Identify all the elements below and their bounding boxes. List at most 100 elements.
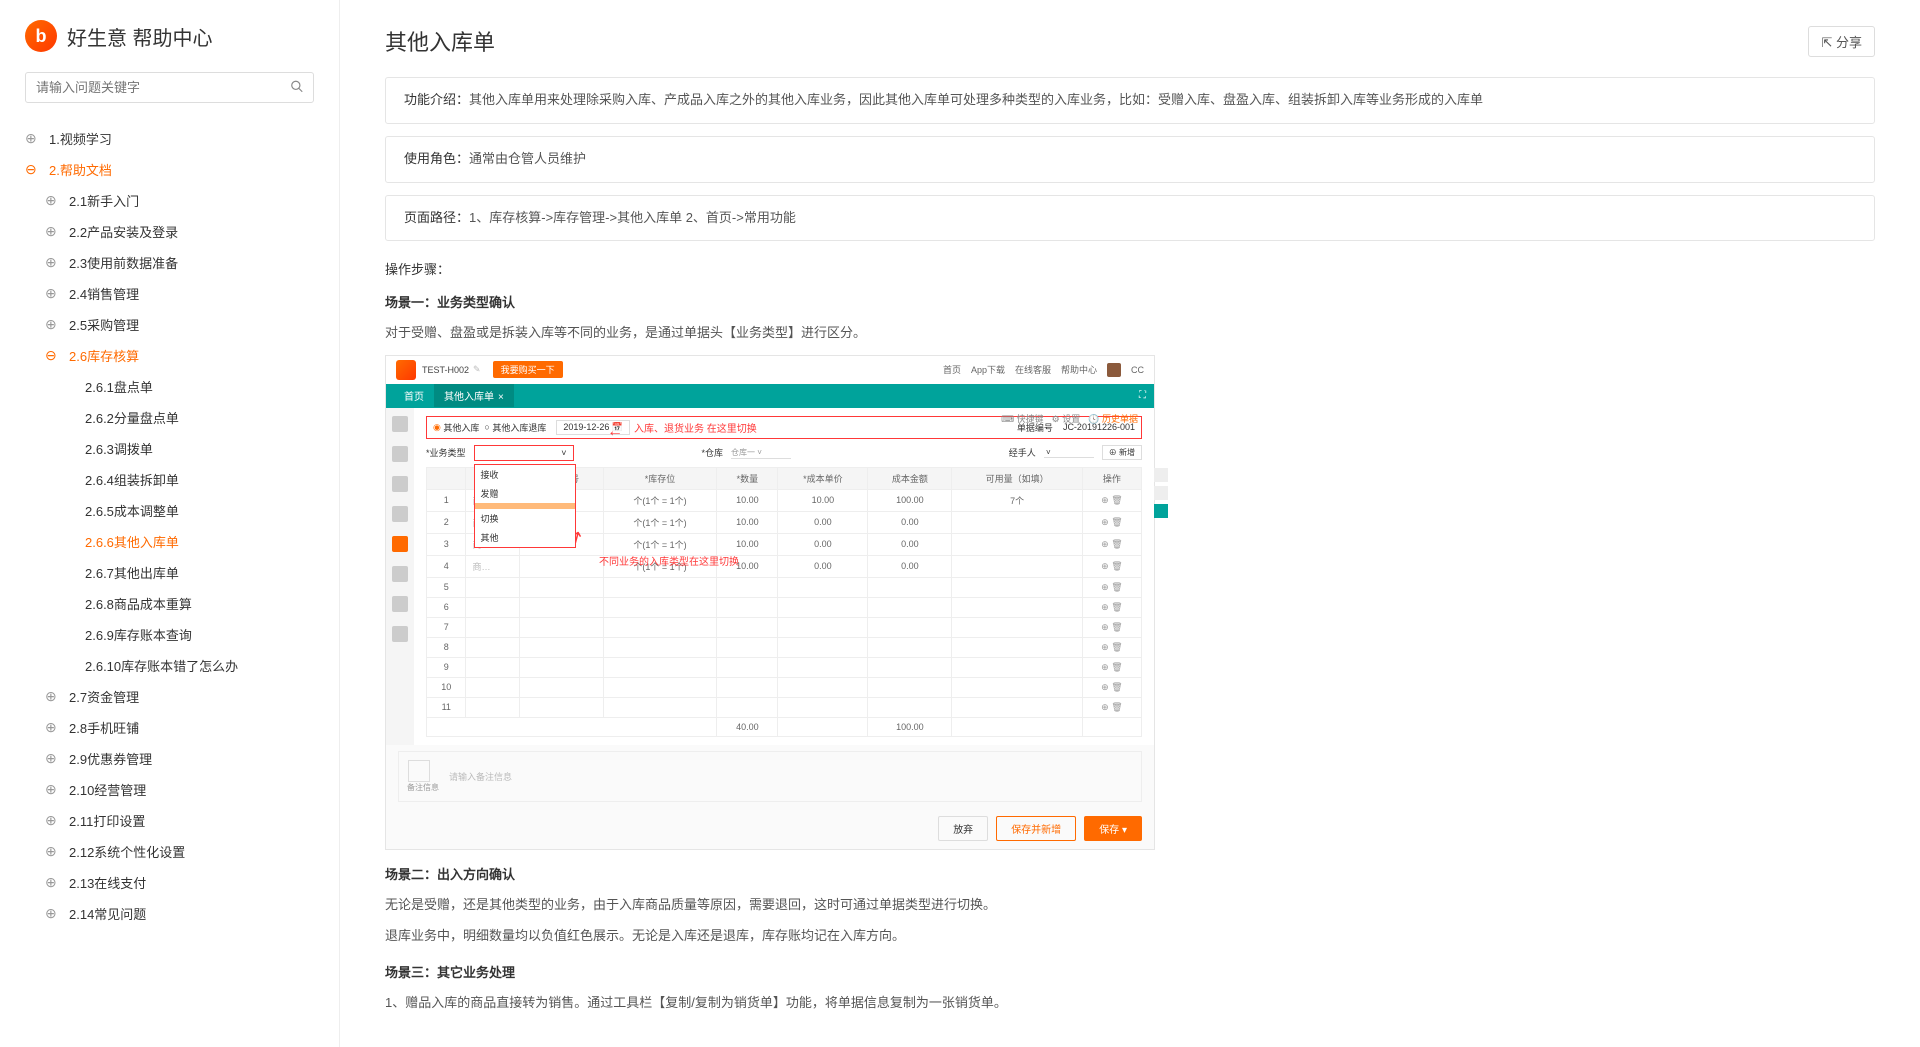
logo-area: b 好生意 帮助中心 (25, 20, 314, 52)
nav-item-212[interactable]: 2.12系统个性化设置 (45, 836, 314, 867)
nav-item-268[interactable]: 2.6.8商品成本重算 (85, 588, 314, 619)
nav-item-267[interactable]: 2.6.7其他出库单 (85, 557, 314, 588)
plus-icon (25, 130, 41, 147)
expand-icon: ⛶ (1139, 390, 1146, 401)
nav-item-262[interactable]: 2.6.2分量盘点单 (85, 402, 314, 433)
nav-item-265[interactable]: 2.6.5成本调整单 (85, 495, 314, 526)
nav-item-27[interactable]: 2.7资金管理 (45, 681, 314, 712)
plus-icon (45, 192, 61, 209)
scene2-text2: 退库业务中，明细数量均以负值红色展示。无论是入库还是退库，库存账均记在入库方向。 (385, 924, 1875, 947)
leftbar-icon (392, 506, 408, 522)
radio-icon: ○ (484, 422, 489, 432)
info-role: 使用角色：通常由仓管人员维护 (385, 136, 1875, 183)
ss-top-item: 帮助中心 (1061, 363, 1097, 376)
dd-item: 其他 (475, 528, 575, 547)
nav-item-261[interactable]: 2.6.1盘点单 (85, 371, 314, 402)
nav-item-22[interactable]: 2.2产品安装及登录 (45, 216, 314, 247)
share-button[interactable]: ⇱ 分享 (1808, 26, 1875, 57)
quick-link: ⌨ 快捷键 (1001, 412, 1044, 425)
ss-rightbar (1154, 468, 1168, 518)
nav-item-214[interactable]: 2.14常见问题 (45, 898, 314, 929)
table-row: 11⊕ 🗑 (427, 697, 1142, 717)
scene3-text1: 1、赠品入库的商品直接转为销售。通过工具栏【复制/复制为销货单】功能，将单据信息… (385, 991, 1875, 1014)
ss-filter-row: *业务类型 ˅ 接收 发赠 切换 其他 *仓库 (426, 445, 1142, 461)
nav-item-24[interactable]: 2.4销售管理 (45, 278, 314, 309)
note-placeholder: 请输入备注信息 (449, 770, 512, 783)
nav-item-269[interactable]: 2.6.9库存账本查询 (85, 619, 314, 650)
intro-label: 功能介绍： (404, 92, 469, 107)
table-header: 可用量（如填） (952, 467, 1082, 489)
annotation-2: 不同业务的入库类型在这里切换 (599, 553, 739, 568)
sidebar: b 好生意 帮助中心 1.视频学习 2.帮助文档 2.1新手入门 2.2产品安装… (0, 0, 340, 1047)
plus-icon (45, 781, 61, 798)
plus-icon (45, 316, 61, 333)
info-intro: 功能介绍：其他入库单用来处理除采购入库、产成品入库之外的其他入库业务，因此其他入… (385, 77, 1875, 124)
leftbar-icon (392, 476, 408, 492)
search-box (25, 72, 314, 103)
rightbar-icon (1154, 468, 1168, 482)
total-qty: 40.00 (717, 717, 778, 736)
nav-item-docs[interactable]: 2.帮助文档 (25, 154, 314, 185)
plus-icon (45, 750, 61, 767)
quick-link: ⚙ 设置 (1052, 412, 1081, 425)
table-header: *数量 (717, 467, 778, 489)
nav-item-25[interactable]: 2.5采购管理 (45, 309, 314, 340)
nav-item-211[interactable]: 2.11打印设置 (45, 805, 314, 836)
dd-item: 接收 (475, 465, 575, 484)
scene2-text1: 无论是受赠，还是其他类型的业务，由于入库商品质量等原因，需要退回，这时可通过单据… (385, 893, 1875, 916)
btn-save: 保存 ▾ (1084, 816, 1142, 841)
nav-item-213[interactable]: 2.13在线支付 (45, 867, 314, 898)
leftbar-icon (392, 626, 408, 642)
nav-item-264[interactable]: 2.6.4组装拆卸单 (85, 464, 314, 495)
nav-item-video[interactable]: 1.视频学习 (25, 123, 314, 154)
leftbar-icon (392, 416, 408, 432)
ss-leftbar (386, 408, 414, 745)
nav-item-29[interactable]: 2.9优惠券管理 (45, 743, 314, 774)
ss-tab-active: 其他入库单× (434, 384, 514, 407)
chevron-down-icon: ˅ (561, 448, 566, 458)
ss-logo-icon (396, 360, 416, 380)
nav-item-26[interactable]: 2.6库存核算 (45, 340, 314, 371)
share-icon: ⇱ (1821, 35, 1832, 50)
info-path: 页面路径：1、库存核算->库存管理->其他入库单 2、首页->常用功能 (385, 195, 1875, 242)
annotation-1: 入库、退货业务 在这里切换 (634, 420, 757, 435)
table-header: 操作 (1082, 467, 1141, 489)
nav-item-210[interactable]: 2.10经营管理 (45, 774, 314, 805)
nav-item-266[interactable]: 2.6.6其他入库单 (85, 526, 314, 557)
table-header: *库存位 (603, 467, 717, 489)
nav-item-263[interactable]: 2.6.3调拨单 (85, 433, 314, 464)
steps-title: 操作步骤： (385, 259, 1875, 278)
ss-body: ◉ 其他入库 ○ 其他入库退库 2019-12-26 📅 ← 单据编号 JC-2… (386, 408, 1154, 745)
path-label: 页面路径： (404, 210, 469, 225)
ss-topbar: TEST-H002 ✎ 我要购买一下 首页 App下载 在线客服 帮助中心 CC (386, 356, 1154, 384)
nav-item-23[interactable]: 2.3使用前数据准备 (45, 247, 314, 278)
close-icon: × (498, 392, 504, 403)
table-row: 10⊕ 🗑 (427, 677, 1142, 697)
biz-label: *业务类型 (426, 446, 466, 459)
ss-biztype-dropdown: ˅ 接收 发赠 切换 其他 (474, 445, 574, 461)
dd-item: 切换 (475, 509, 575, 528)
plus-icon (45, 223, 61, 240)
table-header (427, 467, 466, 489)
table-header: 成本金额 (868, 467, 952, 489)
nav-item-28[interactable]: 2.8手机旺铺 (45, 712, 314, 743)
plus-icon (45, 688, 61, 705)
search-icon[interactable] (290, 79, 304, 96)
plus-icon (45, 285, 61, 302)
intro-text: 其他入库单用来处理除采购入库、产成品入库之外的其他入库业务，因此其他入库单可处理… (469, 92, 1483, 107)
path-text: 1、库存核算->库存管理->其他入库单 2、首页->常用功能 (469, 210, 796, 225)
nav-item-2610[interactable]: 2.6.10库存账本错了怎么办 (85, 650, 314, 681)
plus-icon (45, 812, 61, 829)
nav-item-21[interactable]: 2.1新手入门 (45, 185, 314, 216)
radio-icon: ◉ (433, 422, 441, 433)
ss-top-item: App下载 (971, 363, 1005, 376)
dropdown-menu: 接收 发赠 切换 其他 (474, 464, 576, 548)
role-text: 通常由仓管人员维护 (469, 151, 586, 166)
table-row: 5⊕ 🗑 (427, 577, 1142, 597)
logo-text: 好生意 帮助中心 (67, 22, 213, 51)
plus-icon (45, 874, 61, 891)
search-input[interactable] (25, 72, 314, 103)
ss-note: 备注信息 请输入备注信息 (398, 751, 1142, 802)
table-row: 8⊕ 🗑 (427, 637, 1142, 657)
ss-top-item: 首页 (943, 363, 961, 376)
